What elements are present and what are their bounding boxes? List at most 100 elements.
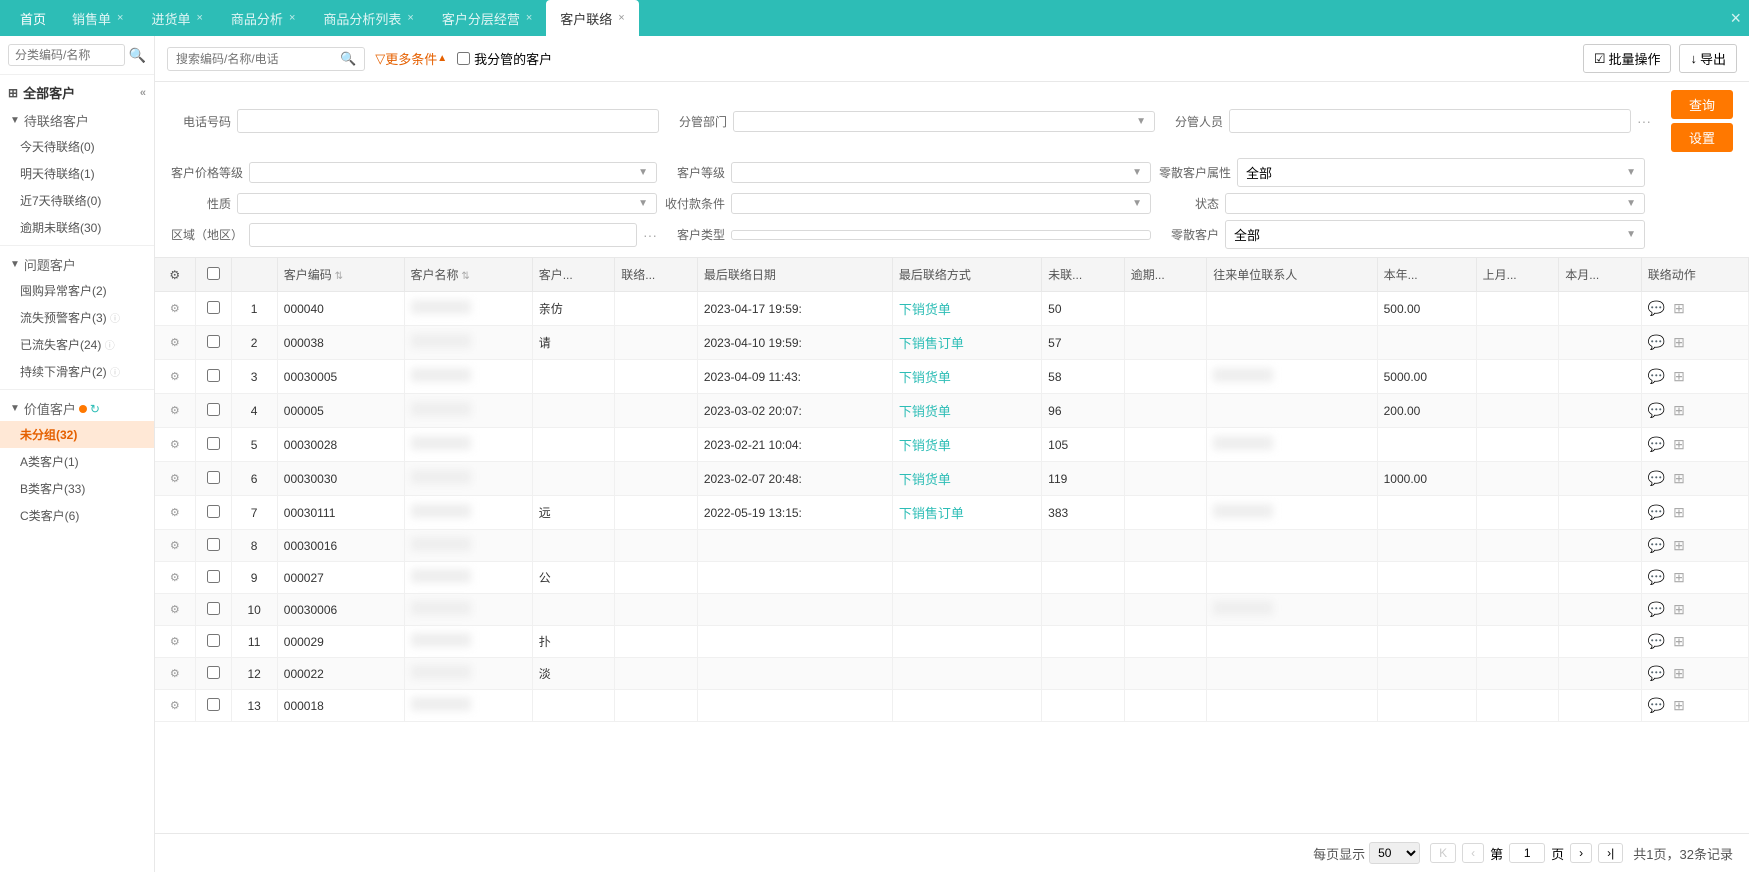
grid-action-icon[interactable]: ⊞ (1673, 368, 1685, 385)
settings-cell[interactable]: ⚙ (155, 292, 195, 326)
checkbox-cell[interactable] (195, 462, 231, 496)
chat-icon[interactable]: 💬 (1648, 504, 1665, 521)
tab-home[interactable]: 首页 (8, 9, 58, 28)
row-checkbox[interactable] (207, 602, 220, 615)
filter-search-input[interactable] (176, 52, 336, 66)
next-page-btn[interactable]: › (1570, 843, 1592, 863)
sidebar-item-ungroup[interactable]: 未分组(32) (0, 421, 154, 448)
row-checkbox[interactable] (207, 505, 220, 518)
settings-cell[interactable]: ⚙ (155, 394, 195, 428)
tab-analysis-list-close[interactable]: × (407, 12, 413, 24)
checkbox-col-header[interactable] (195, 258, 231, 292)
checkbox-cell[interactable] (195, 626, 231, 658)
sidebar-item-7days[interactable]: 近7天待联络(0) (0, 187, 154, 214)
first-page-btn[interactable]: K (1430, 843, 1456, 863)
status-select[interactable]: ▼ (1225, 193, 1645, 214)
sidebar-search-input[interactable] (8, 44, 125, 66)
settings-cell[interactable]: ⚙ (155, 360, 195, 394)
last-date-col-header[interactable]: 最后联络日期 (697, 258, 892, 292)
checkbox-cell[interactable] (195, 326, 231, 360)
settings-cell[interactable]: ⚙ (155, 658, 195, 690)
settings-col-header[interactable]: ⚙ (155, 258, 195, 292)
my-customers-checkbox[interactable]: 我分管的客户 (457, 49, 552, 68)
last-method-col-header[interactable]: 最后联络方式 (892, 258, 1041, 292)
sidebar-all-customers[interactable]: ⊞ 全部客户 « (0, 75, 154, 106)
sidebar-item-a-class[interactable]: A类客户(1) (0, 448, 154, 475)
my-customers-check[interactable] (457, 52, 470, 65)
dept-select[interactable]: ▼ (733, 111, 1155, 132)
chat-icon[interactable]: 💬 (1648, 470, 1665, 487)
last-method-link[interactable]: 下销货单 (899, 438, 951, 453)
checkbox-cell[interactable] (195, 594, 231, 626)
grid-action-icon[interactable]: ⊞ (1673, 665, 1685, 682)
checkbox-cell[interactable] (195, 530, 231, 562)
refresh-icon[interactable]: ↻ (90, 402, 100, 416)
sidebar-search-icon[interactable]: 🔍 (129, 47, 146, 64)
tab-customer-mgmt[interactable]: 客户分层经营 × (428, 0, 546, 36)
chat-icon[interactable]: 💬 (1648, 633, 1665, 650)
filter-search-icon[interactable]: 🔍 (340, 51, 356, 67)
grid-action-icon[interactable]: ⊞ (1673, 601, 1685, 618)
last-method-link[interactable]: 下销售订单 (899, 506, 964, 521)
grid-action-icon[interactable]: ⊞ (1673, 633, 1685, 650)
tab-purchase[interactable]: 进货单 × (137, 0, 216, 36)
last-method-link[interactable]: 下销货单 (899, 370, 951, 385)
grid-action-icon[interactable]: ⊞ (1673, 697, 1685, 714)
checkbox-cell[interactable] (195, 428, 231, 462)
grid-action-icon[interactable]: ⊞ (1673, 504, 1685, 521)
settings-cell[interactable]: ⚙ (155, 428, 195, 462)
page-size-select[interactable]: 50 100 200 (1369, 842, 1420, 864)
last-method-link[interactable]: 下销售订单 (899, 336, 964, 351)
chat-icon[interactable]: 💬 (1648, 334, 1665, 351)
sidebar-item-b-class[interactable]: B类客户(33) (0, 475, 154, 502)
sidebar-item-abnormal[interactable]: 囤购异常客户(2) (0, 277, 154, 304)
row-checkbox[interactable] (207, 538, 220, 551)
chat-icon[interactable]: 💬 (1648, 300, 1665, 317)
sidebar-item-today[interactable]: 今天待联络(0) (0, 133, 154, 160)
tab-analysis[interactable]: 商品分析 × (217, 0, 309, 36)
retail-select[interactable]: 全部 ▼ (1225, 220, 1645, 249)
settings-cell[interactable]: ⚙ (155, 530, 195, 562)
region-dots-icon[interactable]: ··· (643, 227, 657, 243)
grid-action-icon[interactable]: ⊞ (1673, 402, 1685, 419)
row-checkbox[interactable] (207, 369, 220, 382)
type-col-header[interactable]: 客户... (532, 258, 615, 292)
company-contact-col-header[interactable]: 往来单位联系人 (1207, 258, 1377, 292)
sidebar-item-tomorrow[interactable]: 明天待联络(1) (0, 160, 154, 187)
settings-cell[interactable]: ⚙ (155, 496, 195, 530)
last-method-link[interactable]: 下销货单 (899, 302, 951, 317)
phone-input[interactable] (237, 109, 659, 133)
overdue-col-header[interactable]: 逾期... (1124, 258, 1207, 292)
sidebar-group-problem[interactable]: ▼ 问题客户 (0, 250, 154, 277)
tab-sales-close[interactable]: × (117, 12, 123, 24)
person-input[interactable] (1229, 109, 1631, 133)
chat-icon[interactable]: 💬 (1648, 402, 1665, 419)
name-col-header[interactable]: 客户名称 (404, 258, 532, 292)
contact-col-header[interactable]: 联络... (615, 258, 698, 292)
checkbox-cell[interactable] (195, 562, 231, 594)
retail-attr-select[interactable]: 全部 ▼ (1237, 158, 1645, 187)
sidebar-item-declining[interactable]: 持续下滑客户(2) ⓘ (0, 358, 154, 385)
grid-action-icon[interactable]: ⊞ (1673, 537, 1685, 554)
checkbox-cell[interactable] (195, 658, 231, 690)
settings-cell[interactable]: ⚙ (155, 462, 195, 496)
chat-icon[interactable]: 💬 (1648, 569, 1665, 586)
customer-level-select[interactable]: ▼ (731, 162, 1151, 183)
settings-cell[interactable]: ⚙ (155, 562, 195, 594)
row-checkbox[interactable] (207, 634, 220, 647)
this-year-col-header[interactable]: 本年... (1377, 258, 1476, 292)
price-level-select[interactable]: ▼ (249, 162, 657, 183)
payment-select[interactable]: ▼ (731, 193, 1151, 214)
chat-icon[interactable]: 💬 (1648, 537, 1665, 554)
row-checkbox[interactable] (207, 666, 220, 679)
chat-icon[interactable]: 💬 (1648, 665, 1665, 682)
checkbox-cell[interactable] (195, 690, 231, 722)
row-checkbox[interactable] (207, 301, 220, 314)
page-input[interactable] (1509, 843, 1545, 863)
tab-analysis-close[interactable]: × (289, 12, 295, 24)
tab-customer-contact-close[interactable]: × (618, 12, 624, 24)
sidebar-group-value[interactable]: ▼ 价值客户 ↻ (0, 394, 154, 421)
row-checkbox[interactable] (207, 471, 220, 484)
settings-cell[interactable]: ⚙ (155, 626, 195, 658)
grid-action-icon[interactable]: ⊞ (1673, 470, 1685, 487)
